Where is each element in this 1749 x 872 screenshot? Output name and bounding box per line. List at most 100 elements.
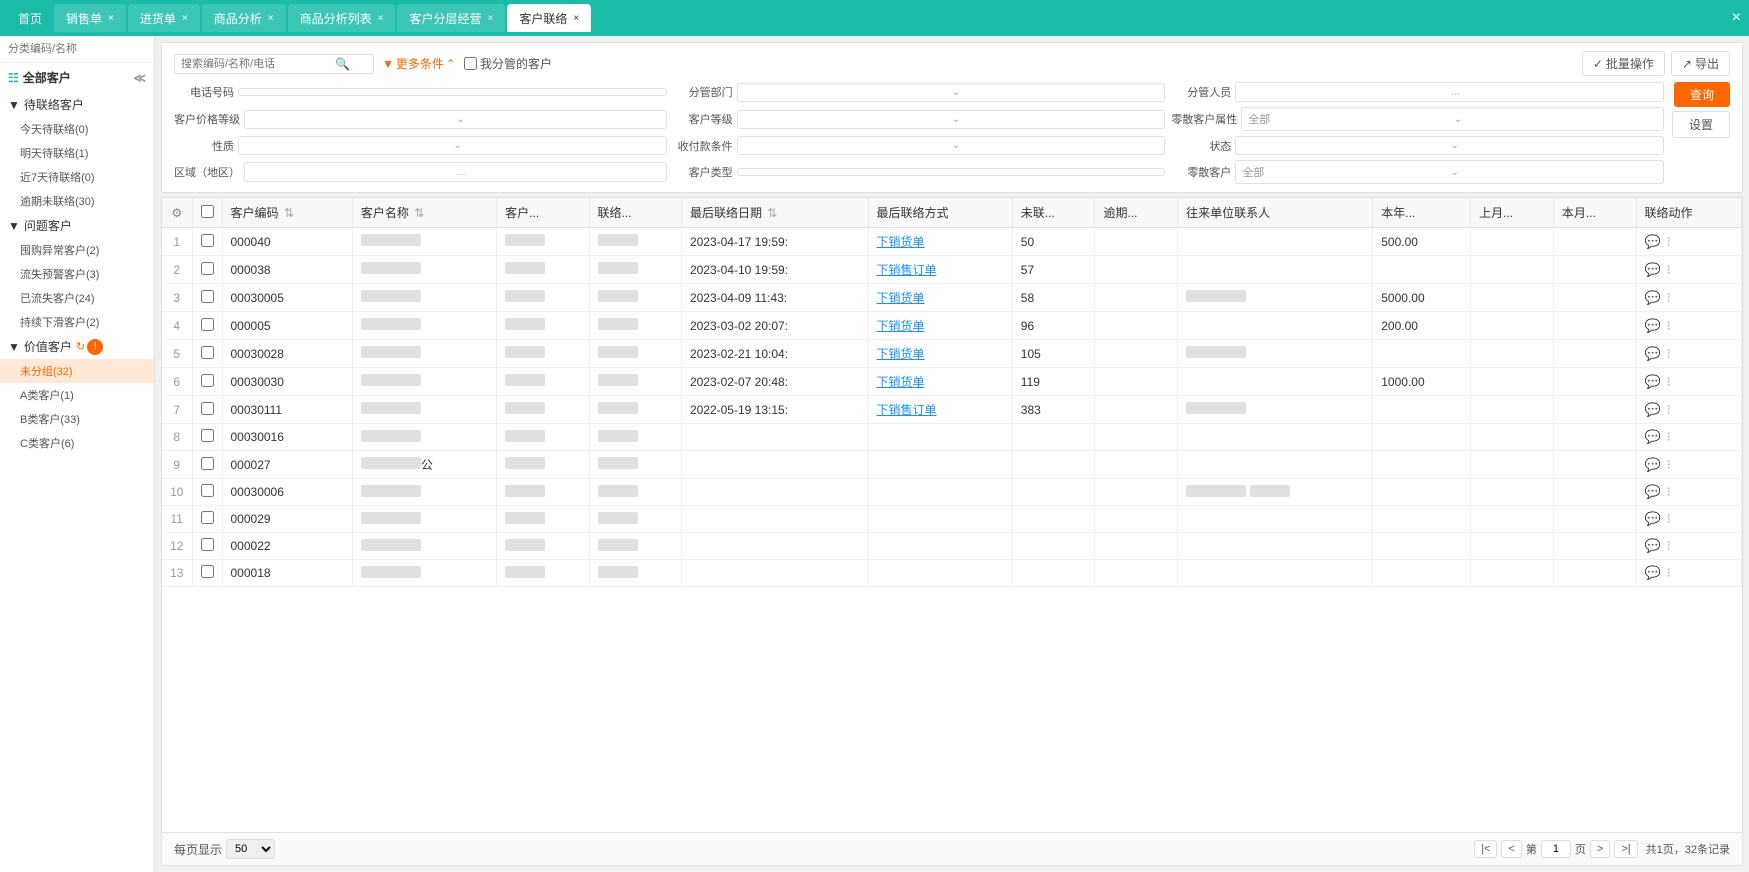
sidebar-item-churn-warning[interactable]: 流失预警客户(3) (0, 262, 154, 286)
filter-nature-input[interactable]: ⌄ (238, 136, 667, 155)
sidebar-item-tomorrow[interactable]: 明天待联络(1) (0, 141, 154, 165)
filter-search-input[interactable] (181, 58, 331, 70)
filter-dept-input[interactable]: ⌄ (737, 83, 1166, 102)
filter-customer-level-input[interactable]: ⌄ (737, 110, 1166, 129)
sort-icon[interactable]: ⇅ (414, 206, 424, 220)
filter-payment-input[interactable]: ⌄ (737, 136, 1166, 155)
filter-retail-customer-input[interactable]: 全部 ⌄ (1235, 160, 1664, 184)
row-checkbox[interactable] (192, 451, 222, 479)
contact-method-link[interactable]: 下销货单 (877, 235, 925, 249)
nav-tab-analysis-list[interactable]: 商品分析列表 × (288, 4, 396, 32)
gear-icon[interactable]: ⚙ (171, 206, 182, 220)
filter-price-level-input[interactable]: ⌄ (244, 110, 667, 129)
message-icon[interactable]: 💬 (1645, 484, 1661, 500)
message-icon[interactable]: 💬 (1645, 346, 1661, 362)
reset-button[interactable]: 设置 (1672, 111, 1730, 138)
close-icon[interactable]: × (182, 13, 188, 24)
nav-tab-purchase[interactable]: 进货单 × (128, 4, 200, 32)
filter-customer-type-input[interactable] (737, 168, 1166, 176)
message-icon[interactable]: 💬 (1645, 457, 1661, 473)
table-container[interactable]: ⚙ 客户编码 ⇅ 客户名称 ⇅ (162, 198, 1742, 832)
apps-icon[interactable]: ⁝ (1667, 346, 1671, 362)
row-checkbox[interactable] (192, 424, 222, 451)
apps-icon[interactable]: ⁝ (1667, 318, 1671, 334)
filter-search-box[interactable]: 🔍 (174, 54, 374, 74)
sort-icon[interactable]: ⇅ (767, 206, 777, 220)
sidebar-item-7days[interactable]: 近7天待联络(0) (0, 165, 154, 189)
row-checkbox[interactable] (192, 284, 222, 312)
row-checkbox[interactable] (192, 256, 222, 284)
row-checkbox[interactable] (192, 340, 222, 368)
contact-method-link[interactable]: 下销货单 (877, 291, 925, 305)
filter-retail-attr-input[interactable]: 全部 ⌄ (1241, 107, 1664, 131)
sidebar-item-classC[interactable]: C类客户(6) (0, 431, 154, 455)
sidebar-item-declining[interactable]: 持续下滑客户(2) (0, 310, 154, 334)
message-icon[interactable]: 💬 (1645, 511, 1661, 527)
sidebar-item-today[interactable]: 今天待联络(0) (0, 117, 154, 141)
all-customers-header[interactable]: ☷ 全部客户 ≪ (0, 63, 154, 92)
row-checkbox[interactable] (192, 396, 222, 424)
filter-phone-input[interactable] (238, 88, 667, 96)
apps-icon[interactable]: ⁝ (1667, 429, 1671, 445)
apps-icon[interactable]: ⁝ (1667, 565, 1671, 581)
nav-home[interactable]: 首页 (8, 10, 52, 27)
message-icon[interactable]: 💬 (1645, 565, 1661, 581)
page-number-input[interactable] (1541, 840, 1571, 858)
first-page-button[interactable]: |< (1474, 840, 1497, 858)
sidebar-section-pending[interactable]: ▼ 待联络客户 (0, 92, 154, 117)
nav-tab-customer-contact[interactable]: 客户联络 × (507, 4, 591, 32)
filter-manager-input[interactable]: ... (1235, 82, 1664, 102)
row-checkbox[interactable] (192, 228, 222, 256)
apps-icon[interactable]: ⁝ (1667, 484, 1671, 500)
message-icon[interactable]: 💬 (1645, 429, 1661, 445)
row-checkbox[interactable] (192, 479, 222, 506)
collapse-icon[interactable]: ≪ (133, 71, 146, 85)
apps-icon[interactable]: ⁝ (1667, 402, 1671, 418)
sidebar-item-classB[interactable]: B类客户(33) (0, 407, 154, 431)
filter-status-input[interactable]: ⌄ (1235, 136, 1664, 155)
batch-operation-button[interactable]: ✓ 批量操作 (1582, 51, 1665, 76)
sidebar-item-churned[interactable]: 已流失客户(24) (0, 286, 154, 310)
apps-icon[interactable]: ⁝ (1667, 290, 1671, 306)
contact-method-link[interactable]: 下销售订单 (877, 403, 937, 417)
apps-icon[interactable]: ⁝ (1667, 374, 1671, 390)
message-icon[interactable]: 💬 (1645, 290, 1661, 306)
sidebar-item-overdue[interactable]: 逾期未联络(30) (0, 189, 154, 213)
close-icon[interactable]: × (573, 13, 579, 24)
contact-method-link[interactable]: 下销售订单 (877, 263, 937, 277)
more-conditions-button[interactable]: ▼ 更多条件 ⌃ (382, 55, 456, 72)
apps-icon[interactable]: ⁝ (1667, 538, 1671, 554)
message-icon[interactable]: 💬 (1645, 262, 1661, 278)
filter-region-input[interactable]: ... (244, 162, 667, 182)
message-icon[interactable]: 💬 (1645, 374, 1661, 390)
sidebar-item-abnormal[interactable]: 囤购异常客户(2) (0, 238, 154, 262)
row-checkbox[interactable] (192, 533, 222, 560)
message-icon[interactable]: 💬 (1645, 402, 1661, 418)
contact-method-link[interactable]: 下销货单 (877, 319, 925, 333)
apps-icon[interactable]: ⁝ (1667, 234, 1671, 250)
prev-page-button[interactable]: < (1501, 840, 1521, 858)
message-icon[interactable]: 💬 (1645, 538, 1661, 554)
query-button[interactable]: 查询 (1674, 82, 1730, 107)
contact-method-link[interactable]: 下销货单 (877, 375, 925, 389)
apps-icon[interactable]: ⁝ (1667, 511, 1671, 527)
sidebar-search-input[interactable] (8, 43, 150, 55)
row-checkbox[interactable] (192, 368, 222, 396)
nav-tab-sales[interactable]: 销售单 × (54, 4, 126, 32)
last-page-button[interactable]: >| (1614, 840, 1637, 858)
sidebar-section-value[interactable]: ▼ 价值客户 ↻ ! (0, 334, 154, 359)
message-icon[interactable]: 💬 (1645, 234, 1661, 250)
my-customers-checkbox[interactable] (464, 57, 477, 70)
window-close-button[interactable]: × (1732, 9, 1741, 27)
row-checkbox[interactable] (192, 560, 222, 587)
my-customers-filter[interactable]: 我分管的客户 (464, 55, 552, 72)
sidebar-section-problem[interactable]: ▼ 问题客户 (0, 213, 154, 238)
nav-tab-analysis[interactable]: 商品分析 × (202, 4, 286, 32)
contact-method-link[interactable]: 下销货单 (877, 347, 925, 361)
message-icon[interactable]: 💬 (1645, 318, 1661, 334)
next-page-button[interactable]: > (1590, 840, 1610, 858)
apps-icon[interactable]: ⁝ (1667, 262, 1671, 278)
row-checkbox[interactable] (192, 506, 222, 533)
select-all-checkbox[interactable] (201, 205, 214, 218)
export-button[interactable]: ↗ 导出 (1671, 51, 1730, 76)
